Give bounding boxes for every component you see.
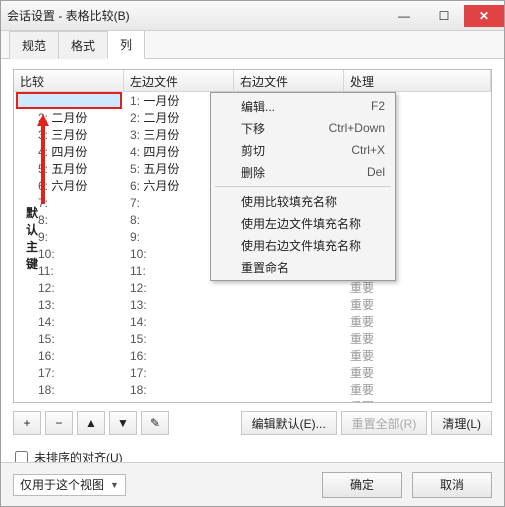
maximize-button[interactable]: ☐ <box>424 5 464 27</box>
menu-fill-right[interactable]: 使用右边文件填充名称 <box>213 234 393 256</box>
table-row[interactable]: 19:19:重要 <box>14 398 491 403</box>
menu-delete[interactable]: 删除Del <box>213 161 393 183</box>
header-left-file[interactable]: 左边文件 <box>124 70 234 91</box>
minus-icon: − <box>55 416 62 430</box>
table-row[interactable]: 16:16:重要 <box>14 347 491 364</box>
tab-spec[interactable]: 规范 <box>9 31 59 59</box>
view-scope-select[interactable]: 仅用于这个视图 ▼ <box>13 474 126 496</box>
down-icon: ▼ <box>117 416 129 430</box>
tab-columns[interactable]: 列 <box>107 30 145 59</box>
table-row[interactable]: 18:18:重要 <box>14 381 491 398</box>
annotation-label: 默认主键 <box>26 204 46 272</box>
reset-all-button[interactable]: 重置全部(R) <box>341 411 428 435</box>
window-controls: — ☐ ✕ <box>384 5 504 27</box>
chevron-down-icon: ▼ <box>110 480 119 490</box>
edit-defaults-button[interactable]: 编辑默认(E)... <box>241 411 337 435</box>
menu-move-down[interactable]: 下移Ctrl+Down <box>213 117 393 139</box>
move-down-button[interactable]: ▼ <box>109 411 137 435</box>
menu-fill-left[interactable]: 使用左边文件填充名称 <box>213 212 393 234</box>
clear-button[interactable]: 清理(L) <box>431 411 492 435</box>
plus-icon: + <box>23 416 30 430</box>
dialog-footer: 仅用于这个视图 ▼ 确定 取消 <box>1 462 504 506</box>
table-row[interactable]: 17:17:重要 <box>14 364 491 381</box>
window-title: 会话设置 - 表格比较(B) <box>7 7 384 24</box>
menu-edit[interactable]: 编辑...F2 <box>213 95 393 117</box>
annotation-arrow-icon <box>37 114 49 204</box>
table-row[interactable]: 15:15:重要 <box>14 330 491 347</box>
add-button[interactable]: + <box>13 411 41 435</box>
header-right-file[interactable]: 右边文件 <box>234 70 344 91</box>
minimize-button[interactable]: — <box>384 5 424 27</box>
header-handling[interactable]: 处理 <box>344 70 491 91</box>
pencil-icon: ✎ <box>150 416 160 430</box>
titlebar: 会话设置 - 表格比较(B) — ☐ ✕ <box>1 1 504 31</box>
menu-separator <box>215 186 391 187</box>
edit-button[interactable]: ✎ <box>141 411 169 435</box>
menu-fill-compare[interactable]: 使用比较填充名称 <box>213 190 393 212</box>
menu-cut[interactable]: 剪切Ctrl+X <box>213 139 393 161</box>
menu-reset-name[interactable]: 重置命名 <box>213 256 393 278</box>
close-button[interactable]: ✕ <box>464 5 504 27</box>
cancel-button[interactable]: 取消 <box>412 472 492 498</box>
view-scope-value: 仅用于这个视图 <box>20 476 104 493</box>
table-row[interactable]: 12:12:重要 <box>14 279 491 296</box>
grid-toolbar: + − ▲ ▼ ✎ 编辑默认(E)... 重置全部(R) 清理(L) <box>13 411 492 435</box>
dialog-window: 会话设置 - 表格比较(B) — ☐ ✕ 规范 格式 列 比较 左边文件 右边文… <box>0 0 505 507</box>
remove-button[interactable]: − <box>45 411 73 435</box>
tab-format[interactable]: 格式 <box>58 31 108 59</box>
tab-bar: 规范 格式 列 <box>1 31 504 59</box>
grid-header: 比较 左边文件 右边文件 处理 <box>14 70 491 92</box>
move-up-button[interactable]: ▲ <box>77 411 105 435</box>
header-compare[interactable]: 比较 <box>14 70 124 91</box>
ok-button[interactable]: 确定 <box>322 472 402 498</box>
up-icon: ▲ <box>85 416 97 430</box>
context-menu: 编辑...F2 下移Ctrl+Down 剪切Ctrl+X 删除Del 使用比较填… <box>210 92 396 281</box>
table-row[interactable]: 13:13:重要 <box>14 296 491 313</box>
table-row[interactable]: 14:14:重要 <box>14 313 491 330</box>
